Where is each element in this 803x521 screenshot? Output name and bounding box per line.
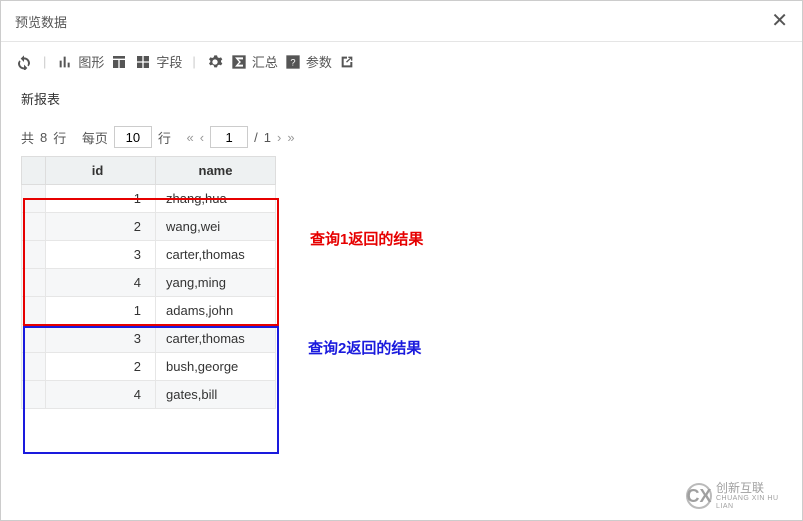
cell-id: 1 [46, 185, 156, 213]
param-label: 参数 [306, 52, 332, 71]
field-icon [134, 53, 152, 71]
total-pages: 1 [264, 130, 271, 145]
cell-name: yang,ming [156, 269, 276, 297]
table-row[interactable]: 2bush,george [22, 353, 276, 381]
table-row[interactable]: 3carter,thomas [22, 241, 276, 269]
col-header-name[interactable]: name [156, 157, 276, 185]
table-row[interactable]: 4yang,ming [22, 269, 276, 297]
row-handle[interactable] [22, 325, 46, 353]
cell-id: 4 [46, 269, 156, 297]
row-handle[interactable] [22, 241, 46, 269]
field-button[interactable]: 字段 [134, 52, 182, 71]
total-suffix: 行 [53, 128, 66, 147]
data-table: id name 1zhang,hua 2wang,wei 3carter,tho… [21, 156, 276, 409]
cell-name: carter,thomas [156, 241, 276, 269]
summary-button[interactable]: 汇总 [230, 52, 278, 71]
page-sep: / [254, 130, 258, 145]
chart-label: 图形 [78, 52, 104, 71]
col-header-id[interactable]: id [46, 157, 156, 185]
content-area: 新报表 共 8 行 每页 行 « ‹ / 1 › » id name 1zhan [1, 81, 802, 417]
last-page-icon[interactable]: » [287, 130, 294, 145]
annotation-query1: 查询1返回的结果 [308, 226, 425, 251]
separator: | [43, 54, 46, 69]
cell-id: 2 [46, 213, 156, 241]
table-row[interactable]: 1zhang,hua [22, 185, 276, 213]
separator: | [192, 54, 195, 69]
cell-name: adams,john [156, 297, 276, 325]
cell-name: wang,wei [156, 213, 276, 241]
perpage-input[interactable] [114, 126, 152, 148]
table-row[interactable]: 2wang,wei [22, 213, 276, 241]
param-button[interactable]: ? 参数 [284, 52, 332, 71]
prev-page-icon[interactable]: ‹ [200, 130, 204, 145]
question-icon: ? [284, 53, 302, 71]
row-handle[interactable] [22, 297, 46, 325]
svg-text:?: ? [290, 57, 295, 67]
window-title: 预览数据 [15, 12, 67, 31]
sigma-icon [230, 53, 248, 71]
table-row[interactable]: 3carter,thomas [22, 325, 276, 353]
total-prefix: 共 [21, 128, 34, 147]
cell-name: zhang,hua [156, 185, 276, 213]
table-header-row: id name [22, 157, 276, 185]
report-title: 新报表 [21, 89, 782, 108]
gear-icon[interactable] [206, 53, 224, 71]
chart-button[interactable]: 图形 [56, 52, 104, 71]
export-icon[interactable] [338, 53, 356, 71]
row-handle[interactable] [22, 353, 46, 381]
next-page-icon[interactable]: › [277, 130, 281, 145]
table-icon[interactable] [110, 53, 128, 71]
cell-name: gates,bill [156, 381, 276, 409]
cell-id: 2 [46, 353, 156, 381]
watermark-brand-cn: 创新互联 [716, 482, 796, 495]
row-handle[interactable] [22, 213, 46, 241]
row-handle[interactable] [22, 269, 46, 297]
watermark: CX 创新互联 CHUANG XIN HU LIAN [686, 478, 796, 514]
corner-cell [22, 157, 46, 185]
perpage-prefix: 每页 [82, 128, 108, 147]
cell-id: 3 [46, 241, 156, 269]
first-page-icon[interactable]: « [187, 130, 194, 145]
total-rows: 8 [40, 130, 47, 145]
perpage-suffix: 行 [158, 128, 171, 147]
cell-id: 3 [46, 325, 156, 353]
bar-chart-icon [56, 53, 74, 71]
cell-id: 1 [46, 297, 156, 325]
cell-name: bush,george [156, 353, 276, 381]
table-row[interactable]: 4gates,bill [22, 381, 276, 409]
annotations: 查询1返回的结果 查询2返回的结果 [308, 156, 425, 358]
window-header: 预览数据 ✕ [1, 1, 802, 42]
pagination: 共 8 行 每页 行 « ‹ / 1 › » [21, 126, 782, 148]
cell-name: carter,thomas [156, 325, 276, 353]
annotation-query2: 查询2返回的结果 [308, 337, 425, 358]
toolbar: | 图形 字段 | 汇总 ? 参数 [1, 42, 802, 81]
table-row[interactable]: 1adams,john [22, 297, 276, 325]
row-handle[interactable] [22, 381, 46, 409]
row-handle[interactable] [22, 185, 46, 213]
watermark-logo-icon: CX [686, 483, 712, 509]
field-label: 字段 [156, 52, 182, 71]
refresh-icon[interactable] [15, 53, 33, 71]
current-page-input[interactable] [210, 126, 248, 148]
cell-id: 4 [46, 381, 156, 409]
watermark-brand-url: CHUANG XIN HU LIAN [716, 495, 796, 510]
summary-label: 汇总 [252, 52, 278, 71]
close-icon[interactable]: ✕ [771, 11, 788, 31]
